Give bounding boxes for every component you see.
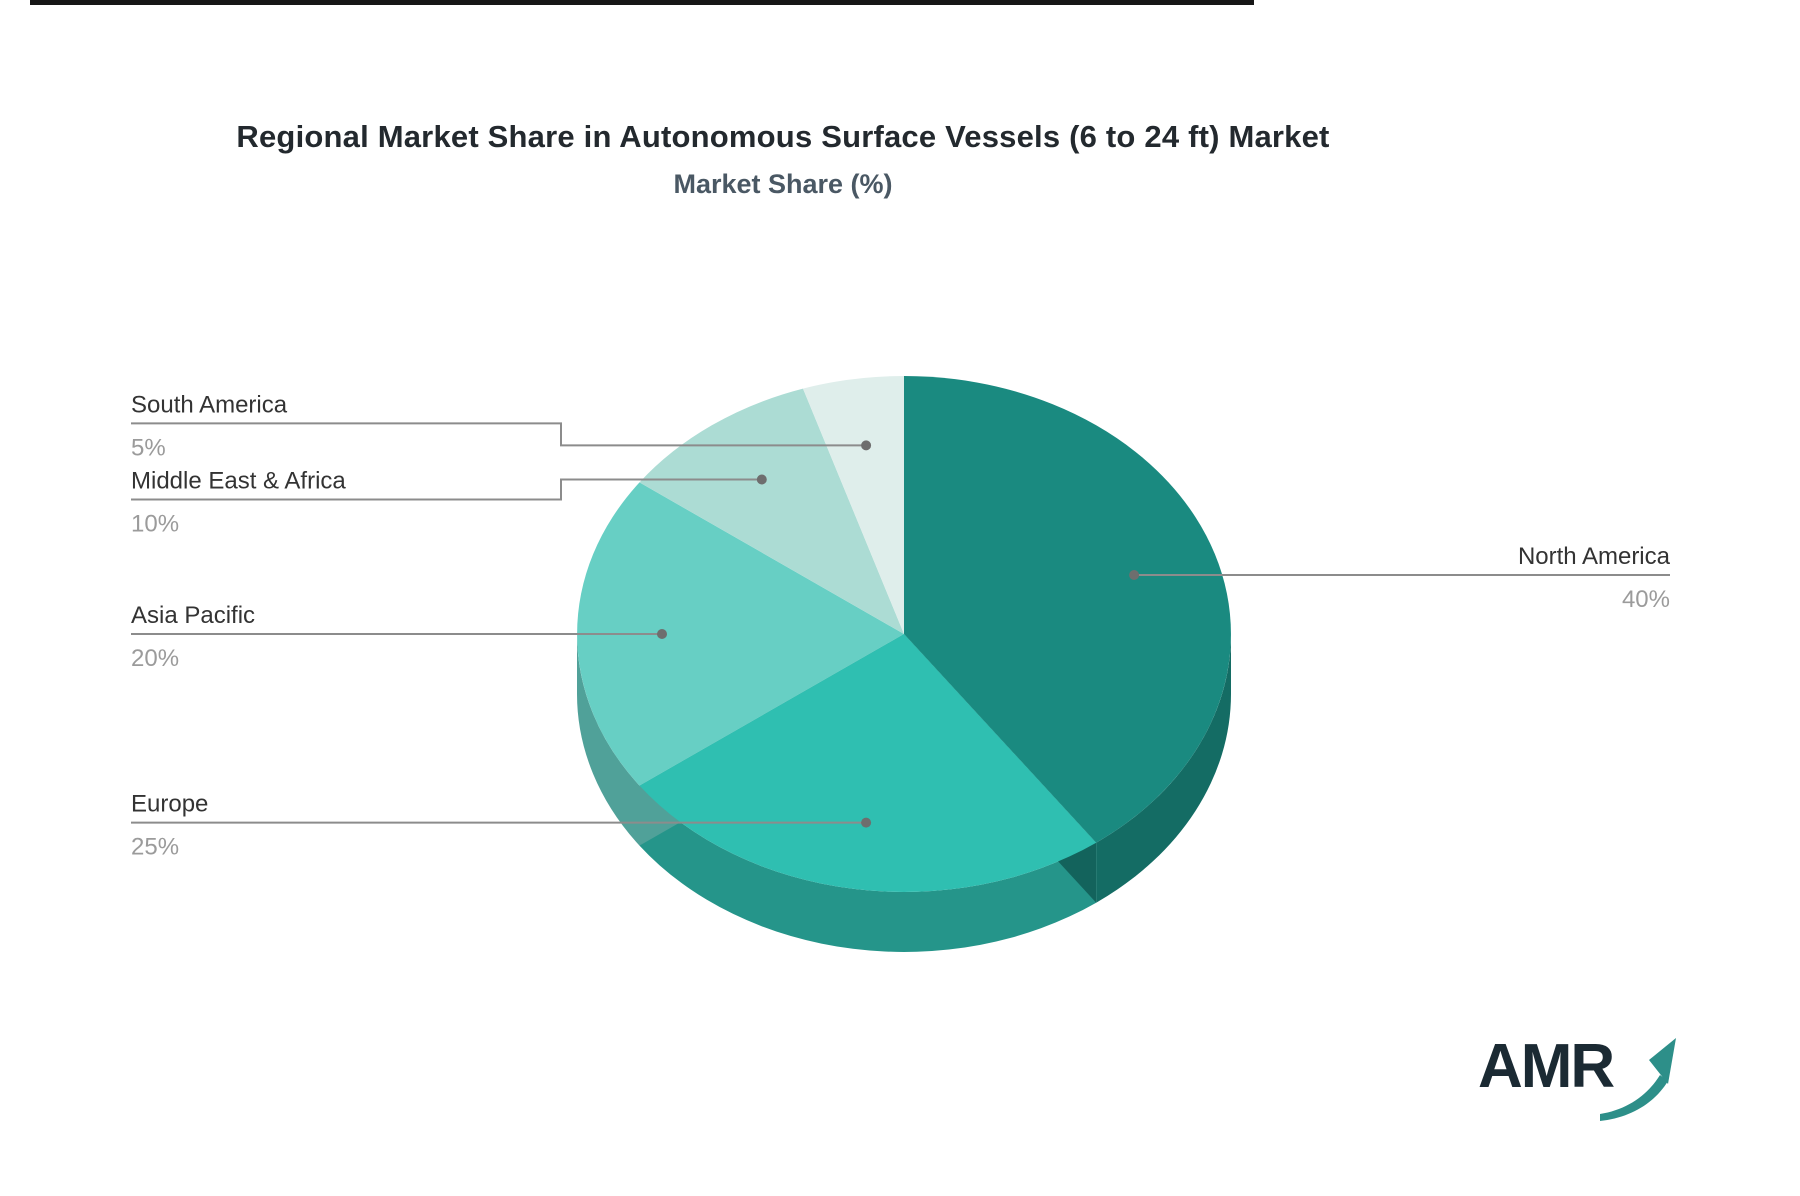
amr-logo-text: AMR: [1478, 1032, 1615, 1101]
slice-label-south-america: South America: [131, 391, 288, 418]
slice-value-asia-pacific: 20%: [131, 645, 179, 672]
leader-dot-middle-east-africa: [756, 474, 767, 485]
slice-label-middle-east-africa: Middle East & Africa: [131, 468, 346, 495]
leader-dot-europe: [861, 817, 872, 828]
leader-dot-south-america: [861, 440, 872, 451]
slice-value-europe: 25%: [131, 834, 179, 861]
slice-value-north-america: 40%: [1622, 586, 1670, 613]
leader-dot-asia-pacific: [657, 629, 667, 639]
slice-label-asia-pacific: Asia Pacific: [131, 602, 255, 629]
pie-chart: North America 40% Europe 25% Asia Pacific 20%…: [131, 376, 1671, 952]
chart-canvas: Regional Market Share in Autonomous Surf…: [0, 0, 1800, 1196]
slice-value-middle-east-africa: 10%: [131, 511, 179, 538]
slice-label-europe: Europe: [131, 791, 208, 818]
slice-value-south-america: 5%: [131, 434, 166, 461]
leader-dot-north-america: [1129, 570, 1140, 580]
logo-arrow-icon: [1600, 1038, 1676, 1121]
amr-logo: AMR: [1478, 1036, 1698, 1126]
slice-label-north-america: North America: [1518, 543, 1671, 570]
